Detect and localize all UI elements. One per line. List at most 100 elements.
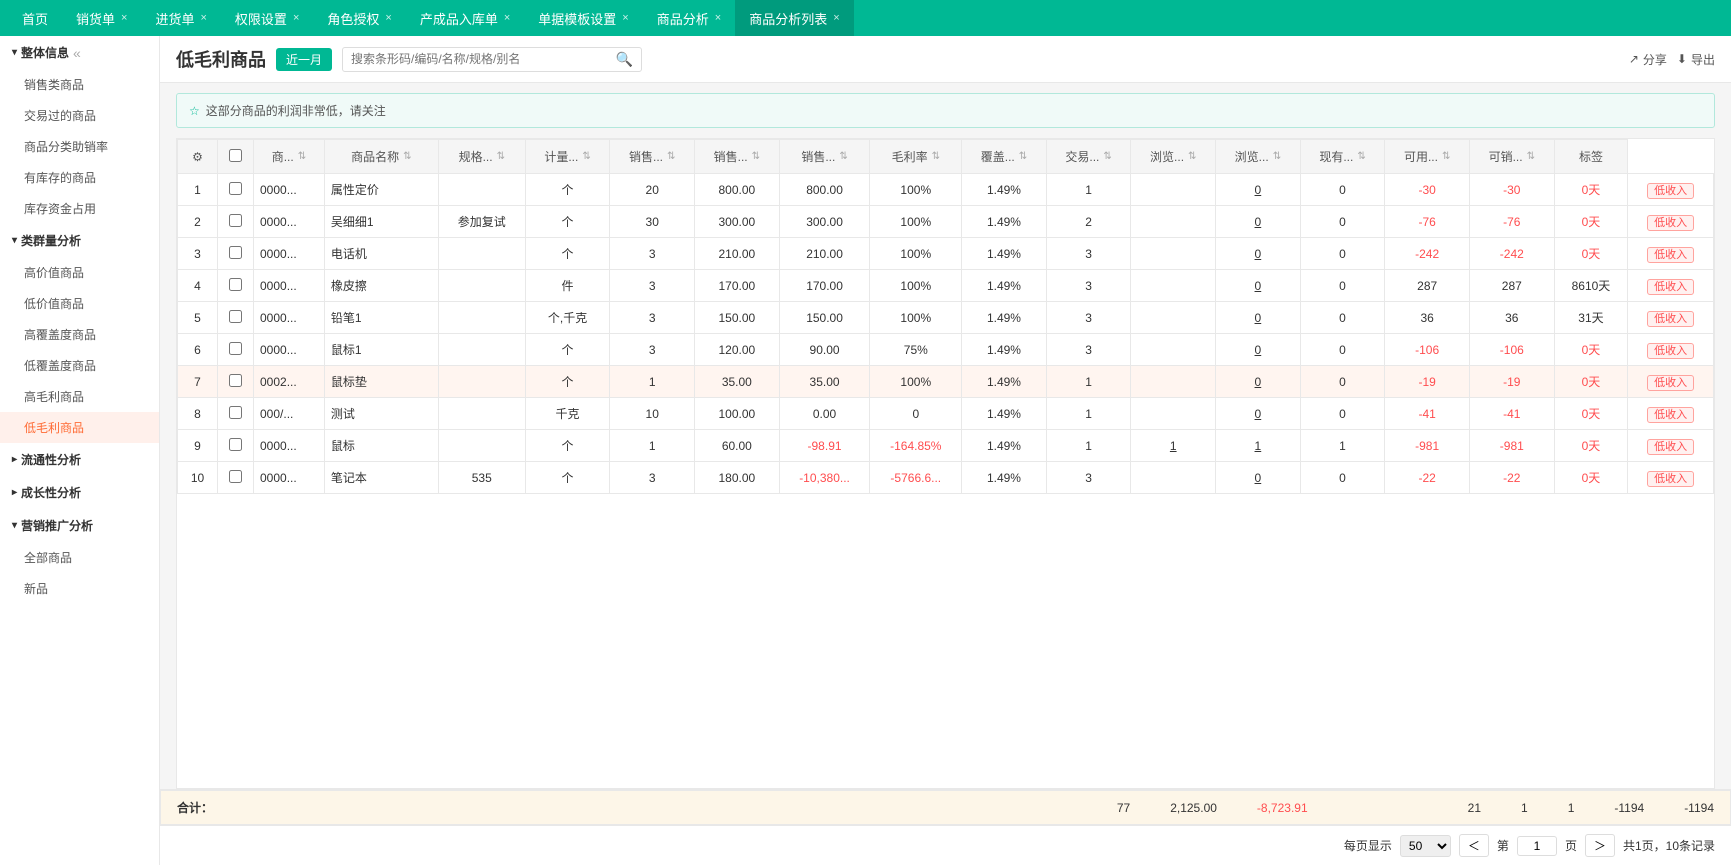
sidebar-group-marketing-title[interactable]: ▾ 营销推广分析 (0, 509, 159, 542)
nav-close-purchase[interactable]: × (200, 12, 206, 24)
date-filter-btn[interactable]: 近一月 (276, 48, 332, 71)
sidebar-item-high-margin[interactable]: 高毛利商品 (0, 381, 159, 412)
nav-close-roles[interactable]: × (385, 12, 391, 24)
th-tag[interactable]: 标签 (1554, 140, 1628, 174)
row-checkbox[interactable] (229, 278, 242, 291)
sidebar-item-sales-goods[interactable]: 销售类商品 (0, 69, 159, 100)
sidebar-item-high-value[interactable]: 高价值商品 (0, 257, 159, 288)
sidebar-item-all-goods[interactable]: 全部商品 (0, 542, 159, 573)
nav-close-sales[interactable]: × (121, 12, 127, 24)
sidebar-group-growth-title[interactable]: ▸ 成长性分析 (0, 476, 159, 509)
th-current[interactable]: 现有...⇅ (1300, 140, 1385, 174)
row-checkbox[interactable] (229, 310, 242, 323)
export-button[interactable]: ⬇ 导出 (1677, 51, 1715, 68)
row-checkbox[interactable] (229, 214, 242, 227)
nav-sales[interactable]: 销货单 × (62, 0, 141, 36)
nav-close-permissions[interactable]: × (293, 12, 299, 24)
row-checkbox[interactable] (229, 246, 242, 259)
sort-icon-coverage[interactable]: ⇅ (1019, 151, 1027, 162)
sort-icon-browse1[interactable]: ⇅ (1188, 151, 1196, 162)
th-browse1[interactable]: 浏览...⇅ (1131, 140, 1216, 174)
th-spec[interactable]: 规格...⇅ (438, 140, 525, 174)
th-available[interactable]: 可用...⇅ (1385, 140, 1470, 174)
row-checkbox-cell[interactable] (218, 430, 254, 462)
row-checkbox-cell[interactable] (218, 270, 254, 302)
nav-analysis-list[interactable]: 商品分析列表 × (735, 0, 853, 36)
th-checkbox[interactable] (218, 140, 254, 174)
sidebar-item-stock-capital[interactable]: 库存资金占用 (0, 193, 159, 224)
share-button[interactable]: ↗ 分享 (1629, 51, 1667, 68)
row-checkbox[interactable] (229, 182, 242, 195)
row-checkbox-cell[interactable] (218, 334, 254, 366)
row-checkbox-cell[interactable] (218, 462, 254, 494)
sort-icon-sales-qty[interactable]: ⇅ (667, 151, 675, 162)
row-checkbox[interactable] (229, 470, 242, 483)
sort-icon-sales-profit[interactable]: ⇅ (839, 151, 847, 162)
nav-home[interactable]: 首页 (8, 0, 62, 36)
sidebar-item-high-coverage[interactable]: 高覆盖度商品 (0, 319, 159, 350)
sidebar-item-low-value[interactable]: 低价值商品 (0, 288, 159, 319)
nav-close-analysis-list[interactable]: × (833, 12, 839, 24)
th-unit[interactable]: 计量...⇅ (525, 140, 610, 174)
sort-icon-spec[interactable]: ⇅ (497, 151, 505, 162)
sort-icon-current[interactable]: ⇅ (1357, 151, 1365, 162)
sidebar-item-low-coverage[interactable]: 低覆盖度商品 (0, 350, 159, 381)
row-checkbox-cell[interactable] (218, 366, 254, 398)
row-checkbox[interactable] (229, 438, 242, 451)
sidebar-item-stock-goods[interactable]: 有库存的商品 (0, 162, 159, 193)
sidebar-group-cluster-title[interactable]: ▾ 类群量分析 (0, 224, 159, 257)
sort-icon-name[interactable]: ⇅ (403, 151, 411, 162)
select-all-checkbox[interactable] (229, 149, 242, 162)
sort-icon-code[interactable]: ⇅ (298, 151, 306, 162)
nav-purchase[interactable]: 进货单 × (141, 0, 220, 36)
row-checkbox-cell[interactable] (218, 302, 254, 334)
sidebar-item-new-goods[interactable]: 新品 (0, 573, 159, 604)
nav-close-templates[interactable]: × (622, 12, 628, 24)
nav-templates[interactable]: 单据模板设置 × (524, 0, 642, 36)
per-page-select[interactable]: 50 100 200 (1400, 835, 1451, 857)
nav-analysis[interactable]: 商品分析 × (643, 0, 735, 36)
row-checkbox[interactable] (229, 342, 242, 355)
sort-icon-sales-price[interactable]: ⇅ (752, 151, 760, 162)
sort-icon-gross-rate[interactable]: ⇅ (932, 151, 940, 162)
row-checkbox-cell[interactable] (218, 398, 254, 430)
search-icon[interactable]: 🔍 (616, 51, 633, 68)
sort-icon-unit[interactable]: ⇅ (582, 151, 590, 162)
nav-close-products[interactable]: × (504, 12, 510, 24)
th-browse2[interactable]: 浏览...⇅ (1216, 140, 1301, 174)
search-input[interactable] (351, 52, 616, 66)
sort-icon-salable[interactable]: ⇅ (1527, 151, 1535, 162)
sort-icon-browse2[interactable]: ⇅ (1273, 151, 1281, 162)
th-code[interactable]: 商...⇅ (254, 140, 325, 174)
nav-permissions[interactable]: 权限设置 × (221, 0, 313, 36)
th-sales-price[interactable]: 销售...⇅ (695, 140, 780, 174)
sidebar-group-circulation-title[interactable]: ▸ 流通性分析 (0, 443, 159, 476)
sidebar-collapse-btn[interactable]: « (73, 45, 81, 61)
nav-roles[interactable]: 角色授权 × (313, 0, 405, 36)
next-page-btn[interactable]: ＞ (1585, 834, 1615, 857)
th-salable[interactable]: 可销...⇅ (1469, 140, 1554, 174)
prev-page-btn[interactable]: ＜ (1459, 834, 1489, 857)
th-trade[interactable]: 交易...⇅ (1046, 140, 1131, 174)
sidebar-item-low-margin[interactable]: 低毛利商品 (0, 412, 159, 443)
sidebar-item-traded-goods[interactable]: 交易过的商品 (0, 100, 159, 131)
th-coverage[interactable]: 覆盖...⇅ (962, 140, 1047, 174)
sort-icon-available[interactable]: ⇅ (1442, 151, 1450, 162)
th-sales-profit[interactable]: 销售...⇅ (779, 140, 870, 174)
sidebar-item-category-rate[interactable]: 商品分类助销率 (0, 131, 159, 162)
nav-products[interactable]: 产成品入库单 × (406, 0, 524, 36)
th-sales-qty[interactable]: 销售...⇅ (610, 140, 695, 174)
row-checkbox-cell[interactable] (218, 238, 254, 270)
sort-icon-trade[interactable]: ⇅ (1103, 151, 1111, 162)
row-checkbox-cell[interactable] (218, 206, 254, 238)
page-number-input[interactable] (1517, 836, 1557, 856)
nav-close-analysis[interactable]: × (715, 12, 721, 24)
row-checkbox[interactable] (229, 406, 242, 419)
row-checkbox[interactable] (229, 374, 242, 387)
th-name[interactable]: 商品名称⇅ (324, 140, 438, 174)
th-gross-rate[interactable]: 毛利率⇅ (870, 140, 962, 174)
sidebar-group-overall-title[interactable]: ▾ 整体信息 « (0, 36, 159, 69)
settings-icon[interactable]: ⚙ (192, 150, 203, 164)
th-gear[interactable]: ⚙ (178, 140, 218, 174)
row-checkbox-cell[interactable] (218, 174, 254, 206)
